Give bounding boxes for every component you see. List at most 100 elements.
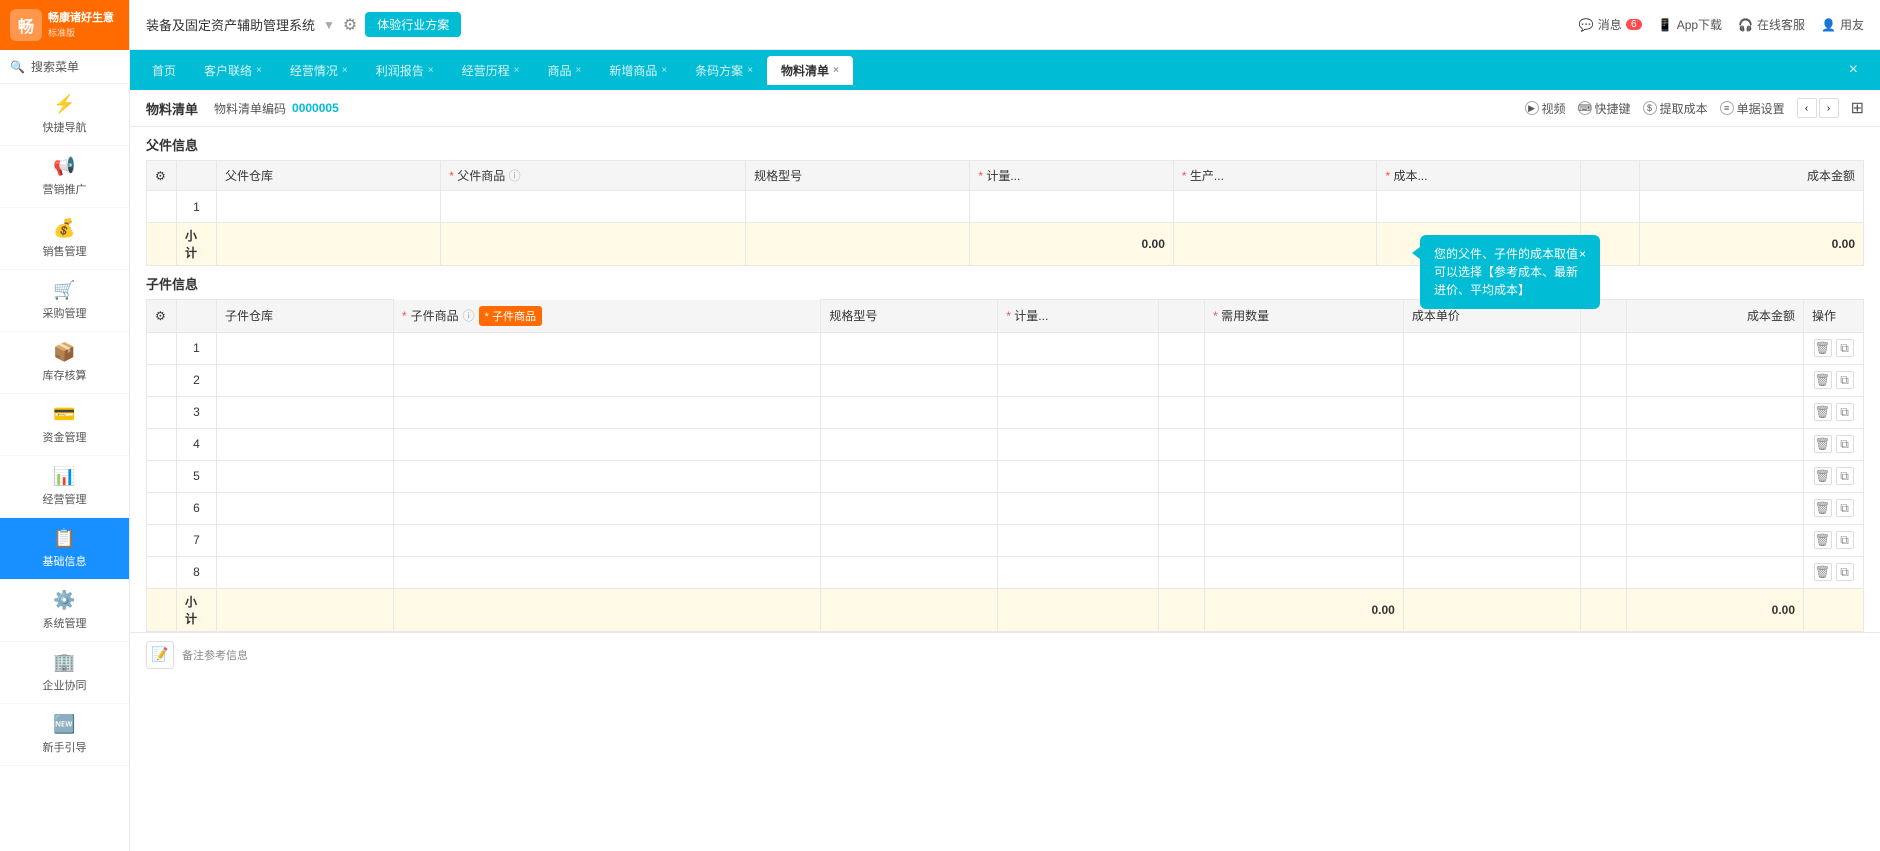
child-row-spec[interactable] — [821, 556, 998, 588]
bottom-icon[interactable]: 📝 — [146, 641, 174, 669]
grid-view-icon[interactable]: ⊞ — [1851, 98, 1864, 118]
copy-icon[interactable]: ⧉ — [1836, 531, 1854, 549]
tab-new-goods-close[interactable]: × — [661, 65, 667, 76]
child-row-unit-cost[interactable] — [1403, 364, 1580, 396]
tab-bom[interactable]: 物料清单 × — [767, 56, 853, 85]
child-row-goods[interactable] — [393, 428, 820, 460]
tab-goods[interactable]: 商品 × — [533, 56, 595, 85]
parent-row-spec[interactable] — [746, 191, 970, 223]
tab-home[interactable]: 首页 — [138, 56, 190, 85]
parent-row-unit[interactable] — [970, 191, 1174, 223]
dropdown-arrow-icon[interactable]: ▼ — [323, 18, 335, 32]
child-row-warehouse[interactable] — [217, 556, 394, 588]
child-row-quantity[interactable] — [1205, 460, 1404, 492]
child-row-unit-cost[interactable] — [1403, 428, 1580, 460]
child-row-unit-cost[interactable] — [1403, 524, 1580, 556]
child-row-warehouse[interactable] — [217, 492, 394, 524]
tab-profit[interactable]: 利润报告 × — [362, 56, 448, 85]
trial-btn[interactable]: 体验行业方案 — [365, 12, 461, 37]
message-btn[interactable]: 💬 消息 6 — [1579, 16, 1642, 33]
tab-history-close[interactable]: × — [514, 65, 520, 76]
child-row-quantity[interactable] — [1205, 556, 1404, 588]
child-row-quantity[interactable] — [1205, 428, 1404, 460]
copy-icon[interactable]: ⧉ — [1836, 563, 1854, 581]
scan-btn[interactable]: * 子件商品 — [479, 306, 542, 326]
delete-icon[interactable]: 🗑 — [1814, 339, 1832, 357]
sidebar-item-marketing[interactable]: 📢 营销推广 — [0, 146, 129, 208]
child-row-spec[interactable] — [821, 364, 998, 396]
app-download-btn[interactable]: 📱 App下载 — [1658, 16, 1722, 33]
sidebar-item-system[interactable]: ⚙️ 系统管理 — [0, 580, 129, 642]
child-row-unit[interactable] — [998, 428, 1159, 460]
sidebar-item-basic-info[interactable]: 📋 基础信息 — [0, 518, 129, 580]
child-row-unit-cost[interactable] — [1403, 460, 1580, 492]
parent-row-production[interactable] — [1173, 191, 1377, 223]
online-service-btn[interactable]: 🎧 在线客服 — [1738, 16, 1805, 33]
delete-icon[interactable]: 🗑 — [1814, 531, 1832, 549]
child-row-unit[interactable] — [998, 492, 1159, 524]
child-row-goods[interactable] — [393, 396, 820, 428]
parent-row-warehouse[interactable] — [217, 191, 441, 223]
tab-profit-close[interactable]: × — [428, 65, 434, 76]
copy-icon[interactable]: ⧉ — [1836, 339, 1854, 357]
child-row-spec[interactable] — [821, 460, 998, 492]
settings-col-icon[interactable]: ⚙ — [155, 169, 166, 183]
child-row-unit-cost[interactable] — [1403, 332, 1580, 364]
child-row-spec[interactable] — [821, 524, 998, 556]
prev-btn[interactable]: ‹ — [1797, 98, 1817, 118]
child-row-warehouse[interactable] — [217, 428, 394, 460]
child-row-unit[interactable] — [998, 460, 1159, 492]
tab-operation-close[interactable]: × — [342, 65, 348, 76]
child-row-warehouse[interactable] — [217, 396, 394, 428]
tooltip-close-btn[interactable]: × — [1579, 245, 1586, 263]
tab-new-goods[interactable]: 新增商品 × — [595, 56, 681, 85]
child-row-unit[interactable] — [998, 524, 1159, 556]
next-btn[interactable]: › — [1819, 98, 1839, 118]
delete-icon[interactable]: 🗑 — [1814, 403, 1832, 421]
tab-operation[interactable]: 经营情况 × — [276, 56, 362, 85]
child-row-unit-cost[interactable] — [1403, 492, 1580, 524]
child-row-unit[interactable] — [998, 332, 1159, 364]
sidebar-item-enterprise[interactable]: 🏢 企业协同 — [0, 642, 129, 704]
delete-icon[interactable]: 🗑 — [1814, 371, 1832, 389]
sidebar-item-quick-nav[interactable]: ⚡ 快捷导航 — [0, 84, 129, 146]
child-row-unit[interactable] — [998, 396, 1159, 428]
child-row-spec[interactable] — [821, 396, 998, 428]
child-row-unit[interactable] — [998, 556, 1159, 588]
child-row-goods[interactable] — [393, 332, 820, 364]
delete-icon[interactable]: 🗑 — [1814, 467, 1832, 485]
delete-icon[interactable]: 🗑 — [1814, 435, 1832, 453]
tab-close-all[interactable]: × — [1835, 55, 1872, 85]
copy-icon[interactable]: ⧉ — [1836, 467, 1854, 485]
child-row-spec[interactable] — [821, 332, 998, 364]
parent-row-goods[interactable] — [441, 191, 746, 223]
child-row-warehouse[interactable] — [217, 524, 394, 556]
sidebar-item-finance[interactable]: 💳 资金管理 — [0, 394, 129, 456]
child-row-unit-cost[interactable] — [1403, 396, 1580, 428]
child-row-quantity[interactable] — [1205, 396, 1404, 428]
child-row-quantity[interactable] — [1205, 524, 1404, 556]
copy-icon[interactable]: ⧉ — [1836, 499, 1854, 517]
child-row-spec[interactable] — [821, 492, 998, 524]
shortcut-btn[interactable]: ⌨ 快捷键 — [1578, 100, 1631, 117]
settings-btn[interactable]: ≡ 单据设置 — [1720, 100, 1785, 117]
child-row-quantity[interactable] — [1205, 332, 1404, 364]
tab-barcode-close[interactable]: × — [747, 65, 753, 76]
copy-icon[interactable]: ⧉ — [1836, 403, 1854, 421]
cost-btn[interactable]: $ 提取成本 — [1643, 100, 1708, 117]
child-row-goods[interactable] — [393, 364, 820, 396]
tab-customer[interactable]: 客户联络 × — [190, 56, 276, 85]
child-row-goods[interactable] — [393, 460, 820, 492]
user-btn[interactable]: 👤 用友 — [1821, 16, 1864, 33]
tab-customer-close[interactable]: × — [256, 65, 262, 76]
child-row-quantity[interactable] — [1205, 364, 1404, 396]
child-row-unit-cost[interactable] — [1403, 556, 1580, 588]
child-row-goods[interactable] — [393, 524, 820, 556]
sidebar-item-sales[interactable]: 💰 销售管理 — [0, 208, 129, 270]
tab-barcode[interactable]: 条码方案 × — [681, 56, 767, 85]
parent-row-cost[interactable] — [1377, 191, 1581, 223]
child-row-warehouse[interactable] — [217, 364, 394, 396]
delete-icon[interactable]: 🗑 — [1814, 499, 1832, 517]
child-row-spec[interactable] — [821, 428, 998, 460]
search-menu[interactable]: 🔍 搜索菜单 — [0, 50, 129, 84]
